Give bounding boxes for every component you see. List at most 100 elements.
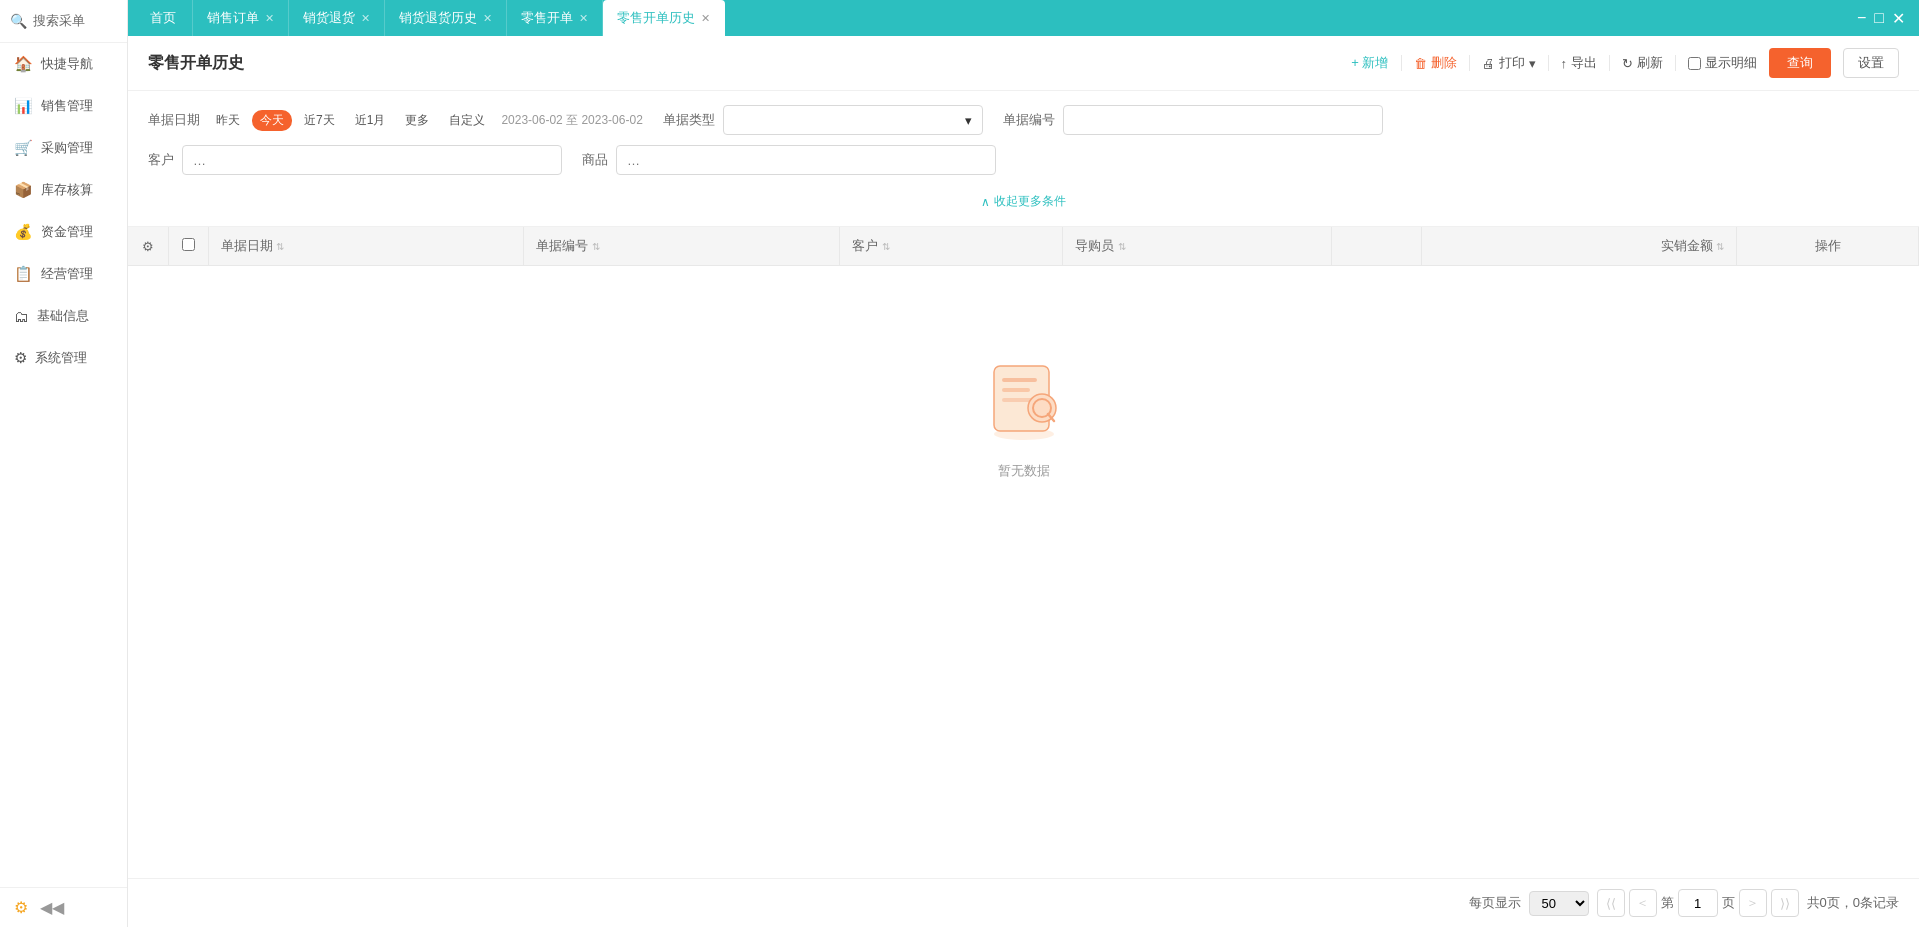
show-detail-input[interactable] <box>1688 57 1701 70</box>
date-filter-label: 单据日期 <box>148 111 200 129</box>
window-restore-icon[interactable]: □ <box>1874 9 1884 27</box>
tab-sales-order-close[interactable]: ✕ <box>265 12 274 25</box>
filter-type: 单据类型 ▾ <box>663 105 983 135</box>
tab-sales-order-label: 销售订单 <box>207 9 259 27</box>
page-title: 零售开单历史 <box>148 53 244 74</box>
page-prefix-label: 第 <box>1661 894 1674 912</box>
print-button[interactable]: 🖨 打印 ▾ <box>1482 54 1536 72</box>
sort-customer-icon: ⇅ <box>882 241 890 252</box>
box-icon: 📦 <box>14 181 33 199</box>
window-minimize-icon[interactable]: − <box>1857 9 1866 27</box>
content: 零售开单历史 + 新增 🗑 删除 🖨 打印 ▾ ↑ <box>128 36 1919 927</box>
settings-icon[interactable]: ⚙ <box>14 898 28 917</box>
collapse-more-conditions[interactable]: ∧ 收起更多条件 <box>977 189 1070 214</box>
th-amount[interactable]: 实销金额 ⇅ <box>1421 227 1737 266</box>
date-btn-last1month[interactable]: 近1月 <box>347 110 394 131</box>
sidebar-item-sales-mgmt[interactable]: 📊 销售管理 <box>0 85 127 127</box>
sidebar-item-inventory[interactable]: 📦 库存核算 <box>0 169 127 211</box>
query-button[interactable]: 查询 <box>1769 48 1831 78</box>
date-btn-more[interactable]: 更多 <box>397 110 437 131</box>
pagination-nav: ⟨⟨ ＜ 第 页 ＞ ⟩⟩ <box>1597 889 1799 917</box>
th-date[interactable]: 单据日期 ⇅ <box>208 227 524 266</box>
page-number-input[interactable] <box>1678 889 1718 917</box>
print-icon: 🖨 <box>1482 56 1495 71</box>
sidebar-item-quick-nav[interactable]: 🏠 快捷导航 <box>0 43 127 85</box>
th-spacer <box>1332 227 1421 266</box>
last-page-button[interactable]: ⟩⟩ <box>1771 889 1799 917</box>
search-icon: 🔍 <box>10 13 27 29</box>
date-btn-last7[interactable]: 近7天 <box>296 110 343 131</box>
sidebar-item-sys-mgmt[interactable]: ⚙ 系统管理 <box>0 337 127 379</box>
tab-home-label: 首页 <box>150 9 176 27</box>
tab-retail-open-history[interactable]: 零售开单历史 ✕ <box>603 0 725 36</box>
sidebar-menu: 🏠 快捷导航 📊 销售管理 🛒 采购管理 📦 库存核算 💰 资金管理 📋 经营管… <box>0 43 127 887</box>
window-close-icon[interactable]: ✕ <box>1892 9 1905 28</box>
th-customer[interactable]: 客户 ⇅ <box>839 227 1062 266</box>
refresh-icon: ↻ <box>1622 56 1633 71</box>
tab-home[interactable]: 首页 <box>134 0 193 36</box>
select-all-checkbox[interactable] <box>182 238 195 251</box>
th-check[interactable] <box>168 227 208 266</box>
main-area: 首页 销售订单 ✕ 销货退货 ✕ 销货退货历史 ✕ 零售开单 ✕ 零售开单历史 … <box>128 0 1919 927</box>
tab-sales-return-history[interactable]: 销货退货历史 ✕ <box>385 0 507 36</box>
collapse-sidebar-icon[interactable]: ◀◀ <box>40 898 64 917</box>
settings-button[interactable]: 设置 <box>1843 48 1899 78</box>
sort-guide-icon: ⇅ <box>1118 241 1126 252</box>
export-button[interactable]: ↑ 导出 <box>1561 54 1598 72</box>
page-suffix-label: 页 <box>1722 894 1735 912</box>
sidebar-item-base-info[interactable]: 🗂 基础信息 <box>0 295 127 337</box>
th-guide[interactable]: 导购员 ⇅ <box>1063 227 1332 266</box>
th-gear[interactable]: ⚙ <box>128 227 168 266</box>
date-btn-yesterday[interactable]: 昨天 <box>208 110 248 131</box>
th-customer-label: 客户 <box>852 238 878 253</box>
customer-input[interactable] <box>182 145 562 175</box>
date-btn-custom[interactable]: 自定义 <box>441 110 493 131</box>
tab-retail-open-history-close[interactable]: ✕ <box>701 12 710 25</box>
delete-icon: 🗑 <box>1414 56 1427 71</box>
filter-date: 单据日期 昨天 今天 近7天 近1月 更多 自定义 2023-06-02 至 2… <box>148 110 643 131</box>
show-detail-checkbox[interactable]: 显示明细 <box>1688 54 1757 72</box>
sidebar-item-finance[interactable]: 💰 资金管理 <box>0 211 127 253</box>
sidebar-item-operations[interactable]: 📋 经营管理 <box>0 253 127 295</box>
filter-area: 单据日期 昨天 今天 近7天 近1月 更多 自定义 2023-06-02 至 2… <box>128 91 1919 227</box>
delete-button[interactable]: 🗑 删除 <box>1414 54 1457 72</box>
gear-menu-icon: ⚙ <box>14 349 27 367</box>
tab-sales-return-close[interactable]: ✕ <box>361 12 370 25</box>
next-page-button[interactable]: ＞ <box>1739 889 1767 917</box>
per-page-select[interactable]: 50 10 20 100 <box>1529 891 1589 916</box>
refresh-button[interactable]: ↻ 刷新 <box>1622 54 1663 72</box>
table-container: ⚙ 单据日期 ⇅ 单据编号 ⇅ <box>128 227 1919 878</box>
tabs-bar: 首页 销售订单 ✕ 销货退货 ✕ 销货退货历史 ✕ 零售开单 ✕ 零售开单历史 … <box>128 0 1919 36</box>
tab-sales-order[interactable]: 销售订单 ✕ <box>193 0 289 36</box>
product-filter-label: 商品 <box>582 151 608 169</box>
type-select[interactable]: ▾ <box>723 105 983 135</box>
sidebar-item-label: 库存核算 <box>41 181 93 199</box>
filter-row-2: 客户 商品 <box>148 145 1899 175</box>
sidebar-search-label: 搜索采单 <box>33 12 85 30</box>
sidebar: 🔍 搜索采单 🏠 快捷导航 📊 销售管理 🛒 采购管理 📦 库存核算 💰 资金管… <box>0 0 128 927</box>
date-btn-today[interactable]: 今天 <box>252 110 292 131</box>
pagination: 每页显示 50 10 20 100 ⟨⟨ ＜ 第 页 ＞ ⟩⟩ 共0页，0条记录 <box>128 878 1919 927</box>
sidebar-search[interactable]: 🔍 搜索采单 <box>0 0 127 43</box>
sidebar-item-purchase-mgmt[interactable]: 🛒 采购管理 <box>0 127 127 169</box>
date-range-display: 2023-06-02 至 2023-06-02 <box>501 112 642 129</box>
prev-page-button[interactable]: ＜ <box>1629 889 1657 917</box>
th-number[interactable]: 单据编号 ⇅ <box>524 227 840 266</box>
number-input[interactable] <box>1063 105 1383 135</box>
product-input[interactable] <box>616 145 996 175</box>
th-date-label: 单据日期 <box>221 238 273 253</box>
filter-customer: 客户 <box>148 145 562 175</box>
add-button[interactable]: + 新增 <box>1351 54 1388 72</box>
th-number-label: 单据编号 <box>536 238 588 253</box>
delete-label: 删除 <box>1431 54 1457 72</box>
first-page-button[interactable]: ⟨⟨ <box>1597 889 1625 917</box>
toolbar-divider-3 <box>1548 55 1549 71</box>
tab-retail-open-close[interactable]: ✕ <box>579 12 588 25</box>
tab-retail-open[interactable]: 零售开单 ✕ <box>507 0 603 36</box>
tab-sales-return[interactable]: 销货退货 ✕ <box>289 0 385 36</box>
print-dropdown-icon: ▾ <box>1529 56 1536 71</box>
table-area: ⚙ 单据日期 ⇅ 单据编号 ⇅ <box>128 227 1919 878</box>
tab-sales-return-history-close[interactable]: ✕ <box>483 12 492 25</box>
sidebar-item-label: 采购管理 <box>41 139 93 157</box>
type-filter-label: 单据类型 <box>663 111 715 129</box>
